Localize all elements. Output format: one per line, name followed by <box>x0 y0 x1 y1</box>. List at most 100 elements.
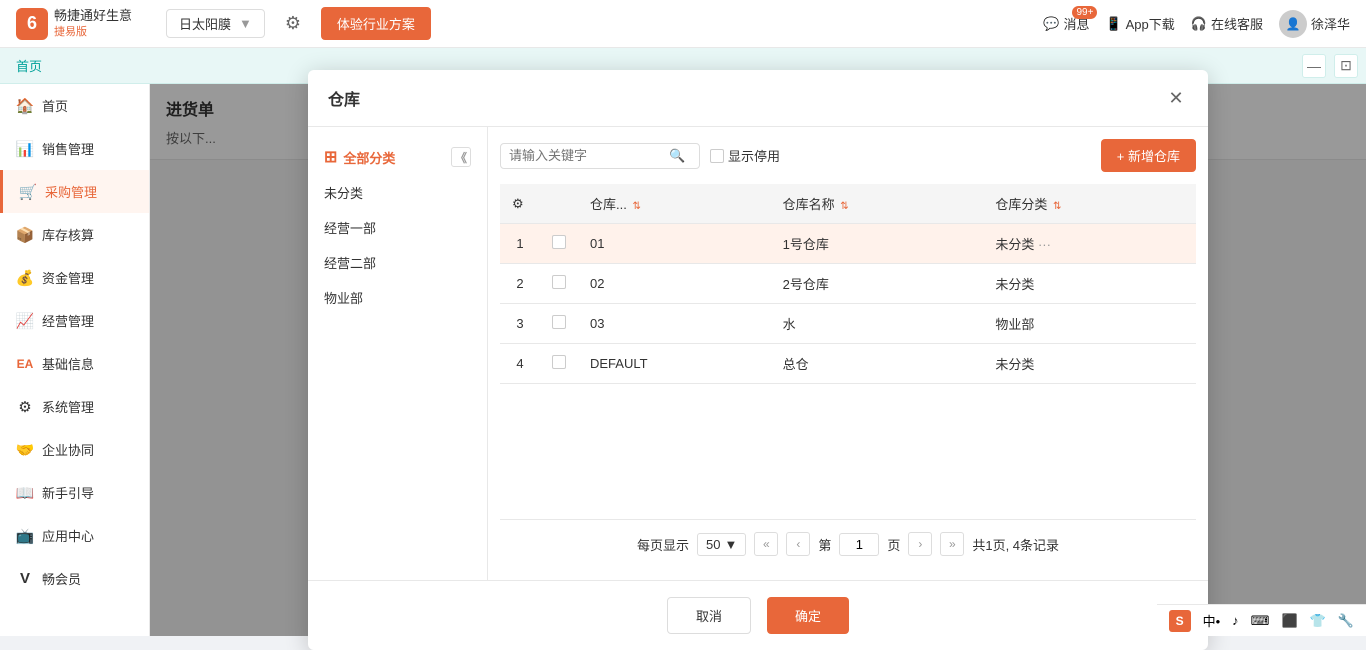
search-input[interactable] <box>509 148 669 163</box>
modal-close-button[interactable]: ✕ <box>1164 86 1188 110</box>
row-gear-3: 3 <box>500 304 540 344</box>
sidebar-item-basic-info[interactable]: EA 基础信息 <box>0 342 149 385</box>
row-check-3[interactable] <box>540 304 578 344</box>
settings-icon[interactable]: ⚙ <box>277 8 309 40</box>
sidebar-label-finance: 资金管理 <box>42 268 94 287</box>
purchase-icon: 🛒 <box>19 183 37 201</box>
sidebar-item-guide[interactable]: 📖 新手引导 <box>0 471 149 514</box>
sidebar-label-home: 首页 <box>42 96 68 115</box>
bottom-icon-keyboard[interactable]: ⌨ <box>1251 613 1270 629</box>
user-profile[interactable]: 👤 徐泽华 <box>1279 10 1350 38</box>
sidebar-label-cooperation: 企业协同 <box>42 440 94 459</box>
top-header: 6 畅捷通好生意 捷易版 日太阳膜 ▼ ⚙ 体验行业方案 💬 消息 99+ 📱 … <box>0 0 1366 48</box>
bottom-bar: S 中• ♪ ⌨ ⬛ 👕 🔧 <box>1157 604 1366 636</box>
trial-button[interactable]: 体验行业方案 <box>321 7 431 40</box>
th-check <box>540 184 578 224</box>
search-icon[interactable]: 🔍 <box>669 148 685 164</box>
row-code-3: 03 <box>578 304 771 344</box>
sidebar-label-basic-info: 基础信息 <box>42 354 94 373</box>
message-button[interactable]: 💬 消息 99+ <box>1043 14 1089 33</box>
per-page-label: 每页显示 <box>637 535 689 554</box>
row-check-4[interactable] <box>540 344 578 384</box>
sidebar-item-cooperation[interactable]: 🤝 企业协同 <box>0 428 149 471</box>
row-check-2[interactable] <box>540 264 578 304</box>
sidebar-item-home[interactable]: 🏠 首页 <box>0 84 149 127</box>
row-category-4: 未分类 <box>983 344 1196 384</box>
category-item-property[interactable]: 物业部 <box>308 280 487 315</box>
modal-title: 仓库 <box>328 86 360 110</box>
sidebar-item-purchase[interactable]: 🛒 采购管理 <box>0 170 149 213</box>
th-code: 仓库... ⇅ <box>578 184 771 224</box>
th-gear: ⚙ <box>500 184 540 224</box>
per-page-selector[interactable]: 50 ▼ <box>697 533 746 556</box>
modal-overlay: 仓库 ✕ ⊞ 全部分类 《 未分类 经营一部 经营二部 <box>150 84 1366 636</box>
phone-icon: 📱 <box>1105 16 1121 32</box>
category-item-ops2[interactable]: 经营二部 <box>308 245 487 280</box>
headset-icon: 🎧 <box>1191 16 1207 32</box>
header-right: 💬 消息 99+ 📱 App下载 🎧 在线客服 👤 徐泽华 <box>1043 10 1350 38</box>
sidebar-item-sales[interactable]: 📊 销售管理 <box>0 127 149 170</box>
bottom-icon-music[interactable]: ♪ <box>1232 613 1239 628</box>
category-item-unclassified[interactable]: 未分类 <box>308 175 487 210</box>
page-prev-button[interactable]: ‹ <box>786 532 810 556</box>
dropdown-arrow-icon: ▼ <box>239 16 252 31</box>
row-name-2: 2号仓库 <box>771 264 984 304</box>
th-category: 仓库分类 ⇅ <box>983 184 1196 224</box>
modal-body: ⊞ 全部分类 《 未分类 经营一部 经营二部 物业部 <box>308 127 1208 580</box>
row-name-1: 1号仓库 <box>771 224 984 264</box>
table-row[interactable]: 3 03 水 物业部 <box>500 304 1196 344</box>
sidebar-item-membership[interactable]: V 畅会员 <box>0 557 149 600</box>
table-row[interactable]: 1 01 1号仓库 未分类 ··· <box>500 224 1196 264</box>
sidebar-item-app-center[interactable]: 📺 应用中心 <box>0 514 149 557</box>
row-ellipsis-1[interactable]: ··· <box>1038 237 1051 252</box>
sort-icon-category: ⇅ <box>1053 201 1061 212</box>
sidebar-label-operations: 经营管理 <box>42 311 94 330</box>
bottom-icon-tools[interactable]: 🔧 <box>1338 613 1354 629</box>
show-disabled-checkbox[interactable]: 显示停用 <box>710 146 780 165</box>
row-name-3: 水 <box>771 304 984 344</box>
sidebar-item-operations[interactable]: 📈 经营管理 <box>0 299 149 342</box>
new-warehouse-button[interactable]: + 新增仓库 <box>1101 139 1196 172</box>
window-maximize-button[interactable]: ⊡ <box>1334 54 1358 78</box>
bottom-icon-shirt[interactable]: 👕 <box>1310 613 1326 629</box>
sidebar-label-inventory: 库存核算 <box>42 225 94 244</box>
header-center: 日太阳膜 ▼ ⚙ 体验行业方案 <box>166 7 1043 40</box>
sidebar-item-inventory[interactable]: 📦 库存核算 <box>0 213 149 256</box>
logo-area: 6 畅捷通好生意 捷易版 <box>16 8 166 40</box>
bottom-icon-chinese[interactable]: 中• <box>1203 611 1221 630</box>
page-number-input[interactable] <box>839 533 879 556</box>
table-body: 1 01 1号仓库 未分类 ··· 2 <box>500 224 1196 384</box>
sidebar-item-finance[interactable]: 💰 资金管理 <box>0 256 149 299</box>
table-row[interactable]: 2 02 2号仓库 未分类 <box>500 264 1196 304</box>
cancel-button[interactable]: 取消 <box>667 597 751 634</box>
sidebar-item-system[interactable]: ⚙ 系统管理 <box>0 385 149 428</box>
modal-header: 仓库 ✕ <box>308 70 1208 127</box>
cooperation-icon: 🤝 <box>16 441 34 459</box>
table-row[interactable]: 4 DEFAULT 总仓 未分类 <box>500 344 1196 384</box>
category-item-ops1[interactable]: 经营一部 <box>308 210 487 245</box>
all-category-label: 全部分类 <box>343 148 395 167</box>
th-name: 仓库名称 ⇅ <box>771 184 984 224</box>
modal-footer: 取消 确定 <box>308 580 1208 650</box>
app-download-button[interactable]: 📱 App下载 <box>1105 14 1174 33</box>
bottom-icon-display[interactable]: ⬛ <box>1281 613 1297 629</box>
store-selector[interactable]: 日太阳膜 ▼ <box>166 9 265 38</box>
confirm-button[interactable]: 确定 <box>767 597 849 634</box>
sidebar-label-purchase: 采购管理 <box>45 182 97 201</box>
row-name-4: 总仓 <box>771 344 984 384</box>
membership-icon: V <box>16 570 34 588</box>
page-next-button[interactable]: › <box>908 532 932 556</box>
breadcrumb-home[interactable]: 首页 <box>16 56 42 75</box>
page-first-button[interactable]: « <box>754 532 778 556</box>
all-category-header[interactable]: ⊞ 全部分类 《 <box>308 139 487 175</box>
row-code-4: DEFAULT <box>578 344 771 384</box>
main-layout: 🏠 首页 📊 销售管理 🛒 采购管理 📦 库存核算 💰 资金管理 📈 经营管理 … <box>0 84 1366 636</box>
sidebar-label-membership: 畅会员 <box>42 569 81 588</box>
collapse-button[interactable]: 《 <box>451 147 471 167</box>
window-minimize-button[interactable]: — <box>1302 54 1326 78</box>
customer-service-button[interactable]: 🎧 在线客服 <box>1191 14 1263 33</box>
page-last-button[interactable]: » <box>940 532 964 556</box>
message-icon: 💬 <box>1043 16 1059 32</box>
row-check-1[interactable] <box>540 224 578 264</box>
disabled-checkbox[interactable] <box>710 149 724 163</box>
